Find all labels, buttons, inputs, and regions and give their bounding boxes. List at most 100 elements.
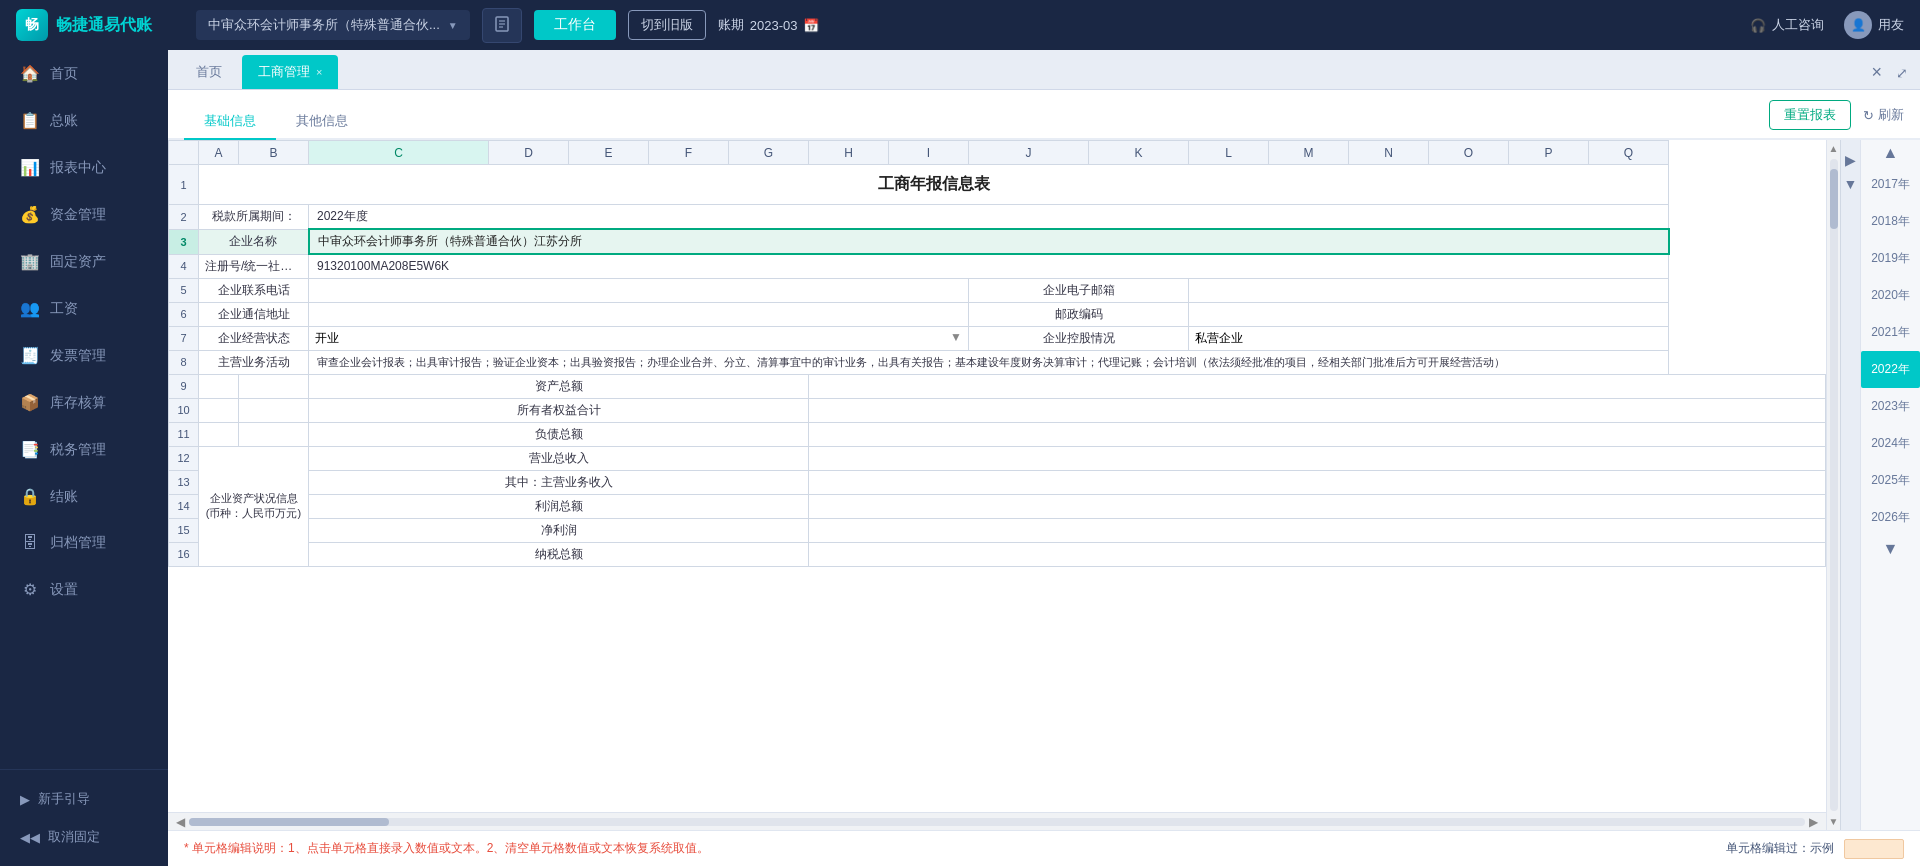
window-expand-button[interactable]: ⤢	[1896, 65, 1908, 81]
refresh-button[interactable]: ↻ 刷新	[1863, 106, 1904, 124]
year-scroll-down[interactable]: ▼	[1861, 536, 1920, 562]
year-item-2017[interactable]: 2017年	[1861, 166, 1920, 203]
tab-business-label: 工商管理	[258, 63, 310, 81]
sidebar-newbie[interactable]: ▶ 新手引导	[0, 780, 168, 818]
year-item-2025[interactable]: 2025年	[1861, 462, 1920, 499]
cell-5-phone[interactable]	[309, 278, 969, 302]
tab-close-icon[interactable]: ×	[316, 66, 322, 78]
year-item-2022[interactable]: 2022年	[1861, 351, 1920, 388]
col-header-l[interactable]: L	[1189, 141, 1269, 165]
app-logo: 畅 畅捷通易代账	[16, 9, 184, 41]
col-header-b[interactable]: B	[239, 141, 309, 165]
sidebar-item-archive[interactable]: 🗄 归档管理	[0, 520, 168, 566]
col-header-d[interactable]: D	[489, 141, 569, 165]
consult-button[interactable]: 🎧 人工咨询	[1750, 16, 1824, 34]
sidebar-item-fund[interactable]: 💰 资金管理	[0, 191, 168, 238]
sidebar-item-settings[interactable]: ⚙ 设置	[0, 566, 168, 613]
col-header-n[interactable]: N	[1349, 141, 1429, 165]
cell-2-value[interactable]: 2022年度	[309, 205, 1669, 230]
col-header-f[interactable]: F	[649, 141, 729, 165]
calendar-icon[interactable]: 📅	[803, 18, 819, 33]
cell-13-value[interactable]	[809, 470, 1826, 494]
workbench-button[interactable]: 工作台	[534, 10, 616, 40]
sidebar-item-wage[interactable]: 👥 工资	[0, 285, 168, 332]
cell-3-value[interactable]: 中审众环会计师事务所（特殊普通合伙）江苏分所	[309, 229, 1669, 254]
user-menu[interactable]: 👤 用友	[1844, 11, 1904, 39]
cell-6-post[interactable]	[1189, 302, 1669, 326]
sidebar-item-inventory[interactable]: 📦 库存核算	[0, 379, 168, 426]
col-header-k[interactable]: K	[1089, 141, 1189, 165]
cell-5-email[interactable]	[1189, 278, 1669, 302]
year-item-2024[interactable]: 2024年	[1861, 425, 1920, 462]
cell-7-status[interactable]: 开业 ▼	[309, 326, 969, 350]
collapse-right-button[interactable]: ▶	[1845, 148, 1856, 172]
scroll-left-button[interactable]: ◀	[172, 815, 189, 829]
scroll-right-button[interactable]: ▶	[1805, 815, 1822, 829]
year-item-2019[interactable]: 2019年	[1861, 240, 1920, 277]
cell-7-control-value[interactable]: 私营企业	[1189, 326, 1669, 350]
footer: * 单元格编辑说明：1、点击单元格直接录入数值或文本。2、清空单元格数值或文本恢…	[168, 830, 1920, 866]
cell-10-value[interactable]	[809, 398, 1826, 422]
sidebar-item-ledger[interactable]: 📋 总账	[0, 97, 168, 144]
year-item-2026[interactable]: 2026年	[1861, 499, 1920, 536]
vertical-scrollbar[interactable]: ▲ ▼	[1826, 140, 1840, 830]
scroll-down-button[interactable]: ▼	[1827, 813, 1840, 830]
subtab-other[interactable]: 其他信息	[276, 104, 368, 140]
cell-11-value[interactable]	[809, 422, 1826, 446]
cell-6-label: 企业通信地址	[199, 302, 309, 326]
v-scroll-track[interactable]	[1830, 159, 1838, 811]
col-header-c[interactable]: C	[309, 141, 489, 165]
cell-3-label: 企业名称	[199, 229, 309, 254]
horizontal-scrollbar[interactable]: ◀ ▶	[168, 812, 1826, 830]
document-button[interactable]	[482, 8, 522, 43]
tab-home[interactable]: 首页	[180, 55, 238, 89]
sheet-scroll-area[interactable]: A B C D E F G H I J	[168, 140, 1826, 812]
fund-icon: 💰	[20, 205, 40, 224]
col-header-i[interactable]: I	[889, 141, 969, 165]
col-header-m[interactable]: M	[1269, 141, 1349, 165]
subtab-basic[interactable]: 基础信息	[184, 104, 276, 140]
col-header-e[interactable]: E	[569, 141, 649, 165]
company-selector[interactable]: 中审众环会计师事务所（特殊普通合伙... ▼	[196, 10, 470, 40]
sidebar-item-invoice[interactable]: 🧾 发票管理	[0, 332, 168, 379]
scroll-track[interactable]	[189, 818, 1805, 826]
col-header-p[interactable]: P	[1509, 141, 1589, 165]
row-num: 2	[169, 205, 199, 230]
window-close-button[interactable]: ×	[1871, 62, 1882, 83]
scroll-up-button[interactable]: ▲	[1827, 140, 1840, 157]
year-item-2021[interactable]: 2021年	[1861, 314, 1920, 351]
sidebar-item-tax[interactable]: 📑 税务管理	[0, 426, 168, 473]
cell-9-value[interactable]	[809, 374, 1826, 398]
reset-button[interactable]: 重置报表	[1769, 100, 1851, 130]
sidebar-unpin[interactable]: ◀◀ 取消固定	[0, 818, 168, 856]
sidebar-item-asset[interactable]: 🏢 固定资产	[0, 238, 168, 285]
col-header-q[interactable]: Q	[1589, 141, 1669, 165]
cell-4-value[interactable]: 91320100MA208E5W6K	[309, 254, 1669, 278]
sidebar-label-close: 结账	[50, 488, 78, 506]
cell-15-value[interactable]	[809, 518, 1826, 542]
col-header-o[interactable]: O	[1429, 141, 1509, 165]
col-header-j[interactable]: J	[969, 141, 1089, 165]
sidebar-item-close[interactable]: 🔒 结账	[0, 473, 168, 520]
cell-12-value[interactable]	[809, 446, 1826, 470]
year-item-2023[interactable]: 2023年	[1861, 388, 1920, 425]
row-num: 15	[169, 518, 199, 542]
year-item-2020[interactable]: 2020年	[1861, 277, 1920, 314]
old-version-button[interactable]: 切到旧版	[628, 10, 706, 40]
row-num: 7	[169, 326, 199, 350]
col-header-a[interactable]: A	[199, 141, 239, 165]
sidebar-label-tax: 税务管理	[50, 441, 106, 459]
cell-14-value[interactable]	[809, 494, 1826, 518]
sidebar-item-report[interactable]: 📊 报表中心	[0, 144, 168, 191]
year-item-2018[interactable]: 2018年	[1861, 203, 1920, 240]
tab-business[interactable]: 工商管理 ×	[242, 55, 338, 89]
cell-6-addr[interactable]	[309, 302, 969, 326]
home-icon: 🏠	[20, 64, 40, 83]
sidebar-item-home[interactable]: 🏠 首页	[0, 50, 168, 97]
col-header-g[interactable]: G	[729, 141, 809, 165]
expand-right-button[interactable]: ▼	[1844, 172, 1858, 196]
year-scroll-up[interactable]: ▲	[1861, 140, 1920, 166]
cell-8-value[interactable]: 审查企业会计报表；出具审计报告；验证企业资本；出具验资报告；办理企业合并、分立、…	[309, 350, 1669, 374]
col-header-h[interactable]: H	[809, 141, 889, 165]
cell-16-value[interactable]	[809, 542, 1826, 566]
